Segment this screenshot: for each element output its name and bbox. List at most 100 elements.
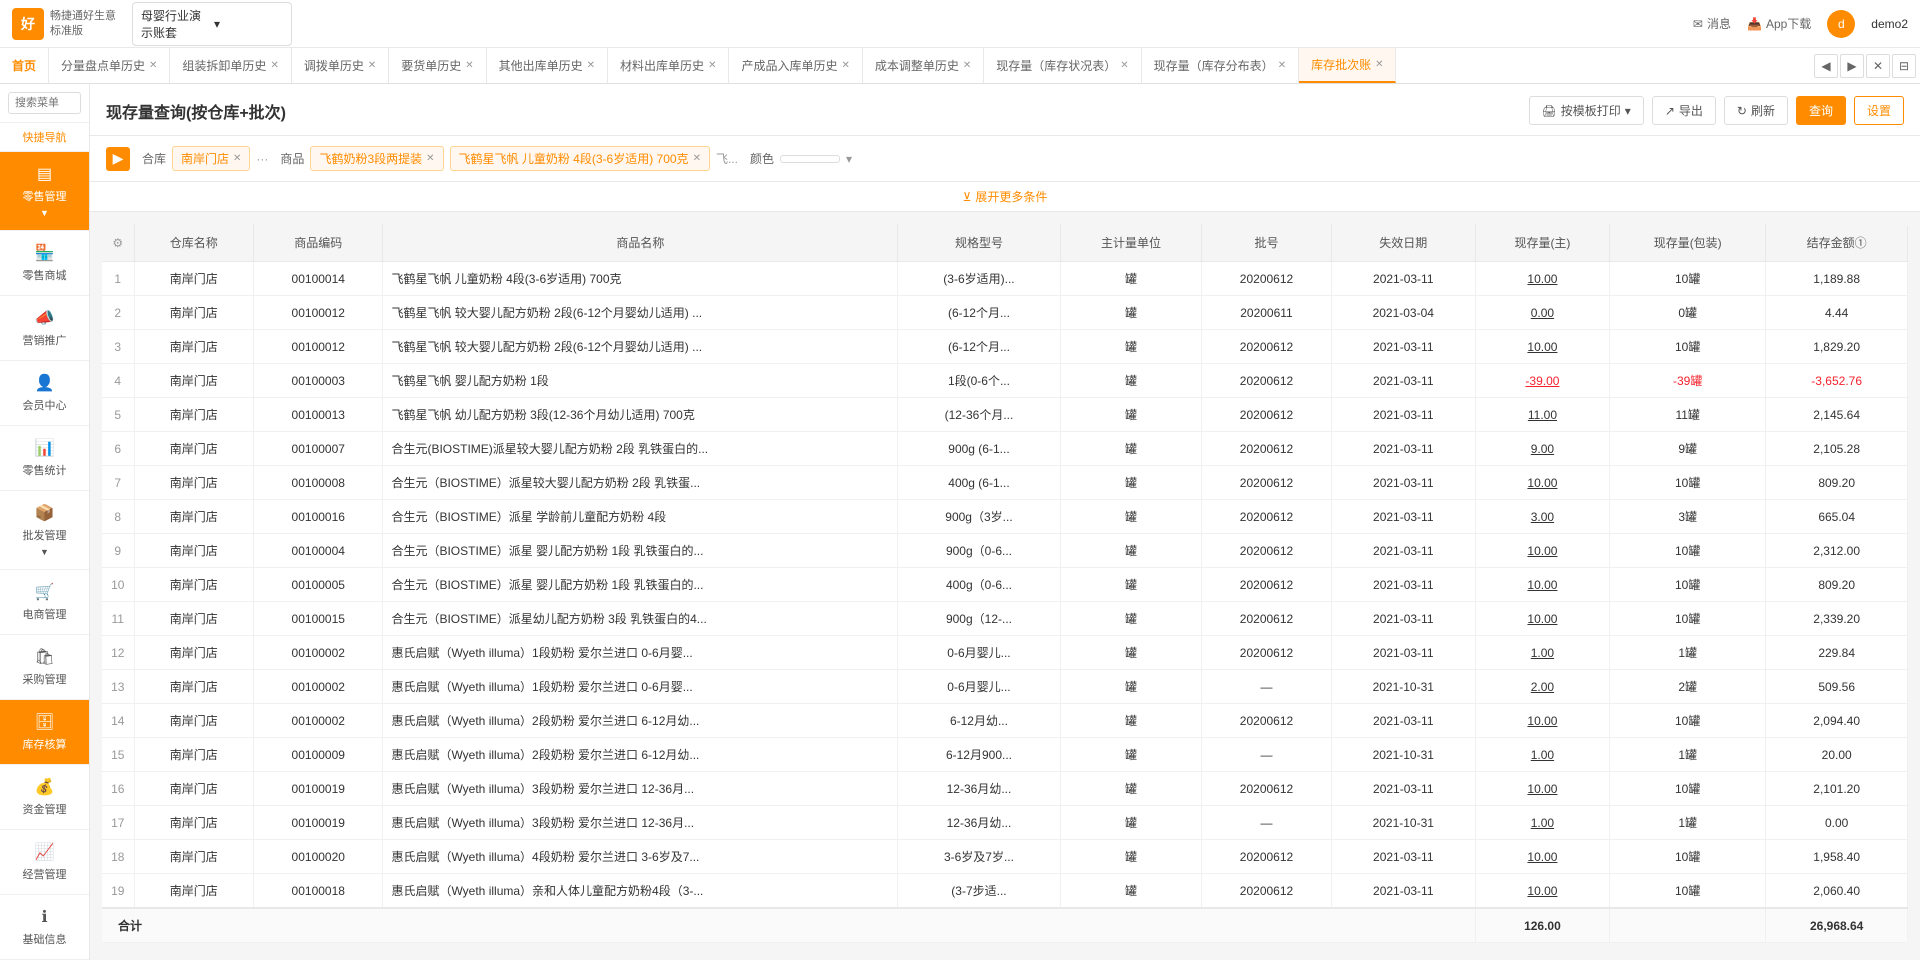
tab-close-icon[interactable]: ✕ <box>270 60 278 71</box>
store-selector[interactable]: 母婴行业演示账套 ▾ <box>132 2 292 46</box>
cell-qty-main[interactable]: 9.00 <box>1475 432 1609 466</box>
product-tag1-close-icon[interactable]: ✕ <box>426 153 434 164</box>
tab-close-icon[interactable]: ✕ <box>1120 60 1128 71</box>
tab-disassemble[interactable]: 组装拆卸单历史 ✕ <box>170 48 291 83</box>
tab-nav-buttons: ◀ ▶ ✕ ⊟ <box>1810 54 1920 78</box>
cell-warehouse: 南岸门店 <box>134 262 254 296</box>
warehouse-tag-close-icon[interactable]: ✕ <box>233 153 241 164</box>
tab-close-icon[interactable]: ✕ <box>1375 59 1383 70</box>
tab-prev-btn[interactable]: ◀ <box>1814 54 1838 78</box>
tab-next-btn[interactable]: ▶ <box>1840 54 1864 78</box>
cell-warehouse: 南岸门店 <box>134 432 254 466</box>
tab-close-icon[interactable]: ✕ <box>368 60 376 71</box>
cell-qty-main[interactable]: -39.00 <box>1475 364 1609 398</box>
tab-other-out[interactable]: 其他出库单历史 ✕ <box>487 48 608 83</box>
sidebar-item-ecommerce[interactable]: 🛒 电商管理 <box>0 570 89 635</box>
cell-qty-main[interactable]: 10.00 <box>1475 704 1609 738</box>
query-btn[interactable]: 查询 <box>1796 96 1846 125</box>
cell-qty-main[interactable]: 10.00 <box>1475 466 1609 500</box>
sidebar-item-wholesale[interactable]: 📦 批发管理 ▼ <box>0 491 89 570</box>
warehouse-filter-tag[interactable]: 南岸门店 ✕ <box>172 146 250 171</box>
cell-qty-main[interactable]: 10.00 <box>1475 534 1609 568</box>
col-code: 商品编码 <box>254 224 383 262</box>
cell-unit: 罐 <box>1060 840 1202 874</box>
tab-transfer[interactable]: 调拨单历史 ✕ <box>292 48 389 83</box>
product-filter-extra[interactable]: 飞... <box>716 150 738 167</box>
cell-balance: 1,958.40 <box>1766 840 1908 874</box>
template-print-btn[interactable]: 🖨 按模板打印 ▾ <box>1529 96 1644 125</box>
tab-close-icon[interactable]: ✕ <box>149 60 157 71</box>
cell-qty-main[interactable]: 10.00 <box>1475 330 1609 364</box>
sidebar-item-inventory[interactable]: 🗄 库存核算 <box>0 700 89 765</box>
cell-spec: (6-12个月... <box>898 330 1060 364</box>
warehouse-filter-dots[interactable]: ··· <box>256 152 268 166</box>
sidebar-item-finance[interactable]: 💰 资金管理 <box>0 765 89 830</box>
cell-qty-main[interactable]: 10.00 <box>1475 568 1609 602</box>
search-input[interactable] <box>8 92 81 114</box>
cell-expiry: 2021-03-11 <box>1331 568 1475 602</box>
sidebar-item-quick-nav[interactable]: 快捷导航 <box>0 123 89 152</box>
cell-qty-main[interactable]: 1.00 <box>1475 738 1609 772</box>
tab-product-in[interactable]: 产成品入库单历史 ✕ <box>729 48 862 83</box>
cell-qty-main[interactable]: 10.00 <box>1475 840 1609 874</box>
cell-batch: 20200611 <box>1202 296 1331 330</box>
tab-batch-account[interactable]: 库存批次账 ✕ <box>1299 48 1396 83</box>
expand-more-btn[interactable]: ⊻ 展开更多条件 <box>963 188 1048 205</box>
tab-cost-adjust[interactable]: 成本调整单历史 ✕ <box>863 48 984 83</box>
cell-qty-main[interactable]: 2.00 <box>1475 670 1609 704</box>
cell-qty-pkg: 1罐 <box>1610 806 1766 840</box>
export-btn[interactable]: ↗ 导出 <box>1652 96 1716 125</box>
message-btn[interactable]: ✉ 消息 <box>1693 15 1731 32</box>
cell-expiry: 2021-03-11 <box>1331 364 1475 398</box>
tab-material-out[interactable]: 材料出库单历史 ✕ <box>608 48 729 83</box>
cell-qty-main[interactable]: 11.00 <box>1475 398 1609 432</box>
sidebar-item-retail-mgmt[interactable]: ▤ 零售管理 ▼ <box>0 152 89 231</box>
settings-btn[interactable]: 设置 <box>1854 96 1904 125</box>
app-download-btn[interactable]: 📥 App下载 <box>1747 15 1811 32</box>
sidebar-item-basic-info[interactable]: ℹ 基础信息 <box>0 895 89 960</box>
tab-inventory-status[interactable]: 现存量（库存状况表） ✕ <box>984 48 1141 83</box>
cell-qty-main[interactable]: 10.00 <box>1475 772 1609 806</box>
settings-icon[interactable]: ⚙ <box>112 236 123 250</box>
tab-more-btn[interactable]: ⊟ <box>1892 54 1916 78</box>
tab-require[interactable]: 要货单历史 ✕ <box>389 48 486 83</box>
tab-close-all-btn[interactable]: ✕ <box>1866 54 1890 78</box>
cell-expiry: 2021-10-31 <box>1331 738 1475 772</box>
tab-close-icon[interactable]: ✕ <box>465 60 473 71</box>
tab-close-icon[interactable]: ✕ <box>963 60 971 71</box>
col-settings[interactable]: ⚙ <box>102 224 134 262</box>
cell-qty-main[interactable]: 1.00 <box>1475 636 1609 670</box>
cell-qty-main[interactable]: 3.00 <box>1475 500 1609 534</box>
sidebar-item-retail-stats[interactable]: 📊 零售统计 <box>0 426 89 491</box>
cell-qty-main[interactable]: 10.00 <box>1475 602 1609 636</box>
cell-batch: — <box>1202 738 1331 772</box>
tab-close-icon[interactable]: ✕ <box>587 60 595 71</box>
cell-balance: 809.20 <box>1766 568 1908 602</box>
cell-spec: 900g（3岁... <box>898 500 1060 534</box>
product-filter-tag-2[interactable]: 飞鹤星飞帆 儿童奶粉 4段(3-6岁适用) 700克 ✕ <box>450 146 710 171</box>
color-filter-input[interactable] <box>780 155 840 163</box>
sidebar-item-member[interactable]: 👤 会员中心 <box>0 361 89 426</box>
table-row: 13 南岸门店 00100002 惠氏启赋（Wyeth illuma）1段奶粉 … <box>102 670 1908 704</box>
tab-inventory-dist[interactable]: 现存量（库存分布表） ✕ <box>1142 48 1299 83</box>
filter-expand-btn[interactable]: ▶ <box>106 147 130 171</box>
product-filter-tag-1[interactable]: 飞鹤奶粉3段两提装 ✕ <box>310 146 443 171</box>
cell-batch: 20200612 <box>1202 568 1331 602</box>
sidebar-item-purchase[interactable]: 🛍 采购管理 <box>0 635 89 700</box>
cell-qty-main[interactable]: 10.00 <box>1475 874 1609 909</box>
sidebar-item-marketing[interactable]: 📣 营销推广 <box>0 296 89 361</box>
sidebar-item-operations[interactable]: 📈 经营管理 <box>0 830 89 895</box>
sidebar-item-retail-shop[interactable]: 🏪 零售商城 <box>0 231 89 296</box>
tab-close-icon[interactable]: ✕ <box>708 60 716 71</box>
tab-split-count[interactable]: 分量盘点单历史 ✕ <box>49 48 170 83</box>
product-tag2-close-icon[interactable]: ✕ <box>693 153 701 164</box>
cell-qty-main[interactable]: 10.00 <box>1475 262 1609 296</box>
tab-close-icon[interactable]: ✕ <box>841 60 849 71</box>
tab-close-icon[interactable]: ✕ <box>1278 60 1286 71</box>
table-row: 17 南岸门店 00100019 惠氏启赋（Wyeth illuma）3段奶粉 … <box>102 806 1908 840</box>
cell-qty-main[interactable]: 0.00 <box>1475 296 1609 330</box>
tab-home[interactable]: 首页 <box>0 48 49 83</box>
cell-qty-main[interactable]: 1.00 <box>1475 806 1609 840</box>
avatar[interactable]: d <box>1827 10 1855 38</box>
refresh-btn[interactable]: ↻ 刷新 <box>1724 96 1788 125</box>
